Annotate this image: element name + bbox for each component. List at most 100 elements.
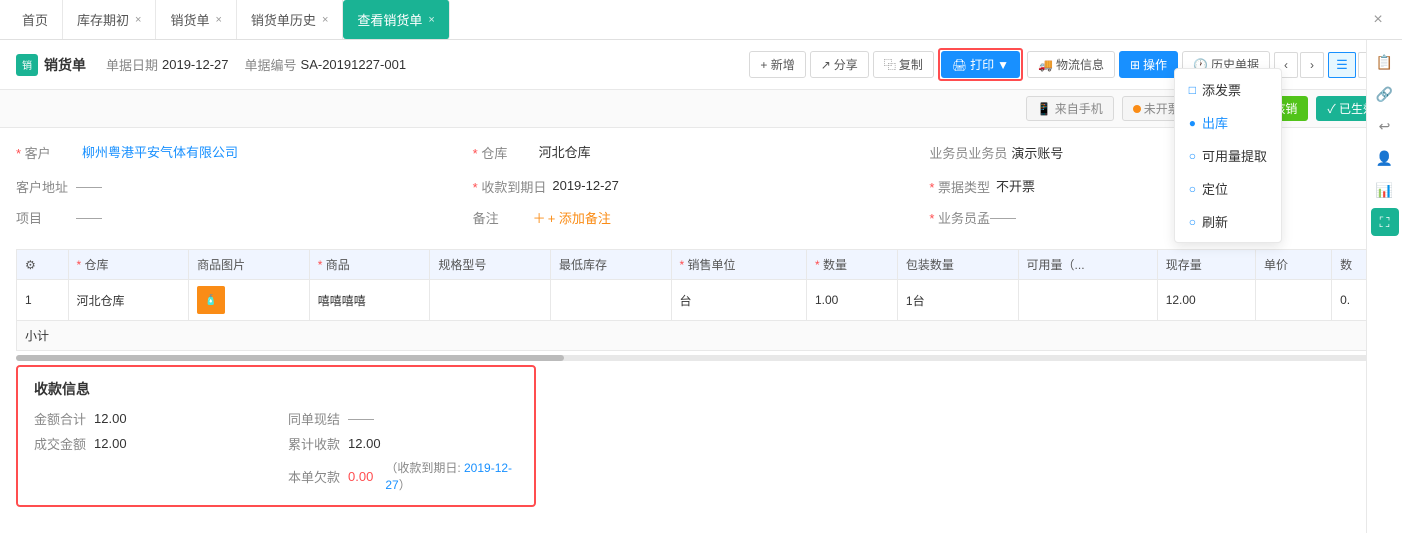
project-label: 项目 (16, 208, 76, 227)
sidebar-icon-undo[interactable]: ↩ (1371, 112, 1399, 140)
balance-due-date: 2019-12-27 (385, 461, 512, 492)
dropdown-outbound[interactable]: ● 出库 (1175, 106, 1281, 139)
doc-date-value: 2019-12-27 (162, 57, 229, 72)
cell-sales-unit: 台 (671, 280, 806, 321)
payment-date-label: 收款到期日 (473, 177, 547, 196)
tab-sales-history-label: 销货单历史 (251, 10, 316, 29)
col-quantity: * 数量 (807, 250, 898, 280)
address-label: 客户地址 (16, 177, 76, 196)
salesperson-label: 业务员孟 (929, 208, 990, 227)
tab-sales-history[interactable]: 销货单历史 × (237, 0, 343, 39)
tab-sales[interactable]: 销货单 × (156, 0, 236, 39)
print-button[interactable]: 🖨 打印 ▼ (941, 51, 1020, 78)
sidebar-icon-expand[interactable]: ⛶ (1371, 208, 1399, 236)
employee-static-label: 业务员 (968, 143, 1007, 162)
cell-pkg-qty: 1台 (897, 280, 1018, 321)
cell-available (1018, 280, 1157, 321)
salesperson-field: 业务员孟 —— (929, 208, 1386, 227)
available-icon: ○ (1189, 149, 1196, 163)
col-gear[interactable]: ⚙ (17, 250, 69, 280)
sidebar-icon-user[interactable]: 👤 (1371, 144, 1399, 172)
logistics-button[interactable]: 🚚 物流信息 (1027, 51, 1115, 78)
phone-icon: 📱 (1037, 102, 1052, 116)
sidebar-icon-link[interactable]: 🔗 (1371, 80, 1399, 108)
add-note-icon: ＋ (533, 208, 546, 227)
dropdown-refresh[interactable]: ○ 刷新 (1175, 205, 1281, 238)
close-page-button[interactable]: × (1362, 4, 1394, 36)
logistics-label: 物流信息 (1056, 56, 1104, 73)
ticket-type-field: 票据类型 不开票 (929, 174, 1386, 198)
items-table: ⚙ * 仓库 商品图片 * 商品 规格型号 最低库存 * 销售单位 * 数量 包… (16, 249, 1386, 351)
customer-label: 客户 (16, 143, 76, 162)
cell-product: 嘻嘻嘻嘻 (309, 280, 430, 321)
address-value: —— (76, 179, 102, 194)
operate-label: 操作 (1143, 56, 1167, 73)
cell-unit-price (1256, 280, 1332, 321)
new-button[interactable]: + 新增 (749, 51, 805, 78)
subtotal-row: 小计 (17, 321, 1386, 351)
col-pkg-qty: 包装数量 (897, 250, 1018, 280)
available-label: 可用量提取 (1202, 146, 1267, 165)
tab-sales-close[interactable]: × (215, 14, 221, 26)
warehouse-field: 仓库 河北仓库 (473, 140, 930, 164)
employee-field: 业务员 业务员 演示账号 (929, 143, 1386, 162)
doc-number-value: SA-20191227-001 (301, 57, 407, 72)
total-amount-label: 金额合计 (34, 409, 86, 428)
ticket-type-label: 票据类型 (929, 177, 990, 196)
copy-icon: ⿻ (884, 56, 896, 73)
col-product-img: 商品图片 (189, 250, 310, 280)
tab-view-sales[interactable]: 查看销货单 × (343, 0, 449, 39)
locate-label: 定位 (1202, 179, 1228, 198)
payment-date-value: 2019-12-27 (546, 176, 666, 196)
total-amount-value: 12.00 (94, 411, 127, 426)
cumulative-item: 累计收款 12.00 (288, 434, 518, 453)
table-container: ⚙ * 仓库 商品图片 * 商品 规格型号 最低库存 * 销售单位 * 数量 包… (0, 249, 1402, 361)
horizontal-scrollbar[interactable] (16, 355, 1386, 361)
phone-status-btn[interactable]: 📱 来自手机 (1026, 96, 1114, 121)
scroll-thumb[interactable] (16, 355, 564, 361)
add-ticket-label: 添发票 (1202, 80, 1241, 99)
customer-value[interactable]: 柳州粤港平安气体有限公司 (76, 140, 244, 164)
list-view-button[interactable]: ☰ (1328, 52, 1356, 78)
col-available: 可用量（... (1018, 250, 1157, 280)
col-warehouse: * 仓库 (68, 250, 189, 280)
tab-inventory-close[interactable]: × (135, 14, 141, 26)
tab-home-label: 首页 (22, 10, 48, 29)
total-amount-item: 金额合计 12.00 (34, 409, 264, 428)
share-icon: ↗ (821, 58, 831, 72)
phone-label: 来自手机 (1055, 100, 1103, 117)
dropdown-locate[interactable]: ○ 定位 (1175, 172, 1281, 205)
transaction-label: 成交金额 (34, 434, 86, 453)
tab-view-sales-close[interactable]: × (428, 14, 434, 26)
col-product: * 商品 (309, 250, 430, 280)
tab-home[interactable]: 首页 (8, 0, 63, 39)
transaction-value: 12.00 (94, 436, 127, 451)
effective-icon: ✓ (1327, 102, 1335, 116)
tab-inventory[interactable]: 库存期初 × (63, 0, 156, 39)
next-button[interactable]: › (1300, 52, 1324, 78)
sidebar-icon-chart[interactable]: 📊 (1371, 176, 1399, 204)
balance-value: 0.00 (348, 469, 373, 484)
balance-label: 本单欠款 (288, 467, 340, 486)
tab-inventory-label: 库存期初 (77, 10, 129, 29)
toolbar: + 新增 ↗ 分享 ⿻ 复制 🖨 打印 ▼ 🚚 物流信息 ⊞ (749, 48, 1386, 81)
outbound-label: 出库 (1202, 113, 1228, 132)
copy-label: 复制 (899, 56, 923, 73)
doc-type-icon: 销 (16, 54, 38, 76)
subtotal-cell: 小计 (17, 321, 1386, 351)
copy-button[interactable]: ⿻ 复制 (873, 51, 934, 78)
address-field: 客户地址 —— (16, 177, 473, 196)
share-button[interactable]: ↗ 分享 (810, 51, 869, 78)
dropdown-add-ticket[interactable]: □ 添发票 (1175, 73, 1281, 106)
operate-dropdown: □ 添发票 ● 出库 ○ 可用量提取 ○ 定位 ○ 刷新 (1174, 68, 1282, 243)
operate-button[interactable]: ⊞ 操作 (1119, 51, 1178, 78)
dropdown-available[interactable]: ○ 可用量提取 (1175, 139, 1281, 172)
grid-icon: ⊞ (1130, 58, 1140, 72)
same-order-item: 同单现结 —— (288, 409, 518, 428)
doc-meta: 单据日期 2019-12-27 单据编号 SA-20191227-001 (106, 55, 749, 74)
sidebar-icon-clipboard[interactable]: 📋 (1371, 48, 1399, 76)
pending-dot (1133, 105, 1141, 113)
tab-sales-history-close[interactable]: × (322, 14, 328, 26)
add-note-button[interactable]: ＋ + 添加备注 (533, 208, 611, 227)
note-field: 备注 ＋ + 添加备注 (473, 208, 930, 227)
